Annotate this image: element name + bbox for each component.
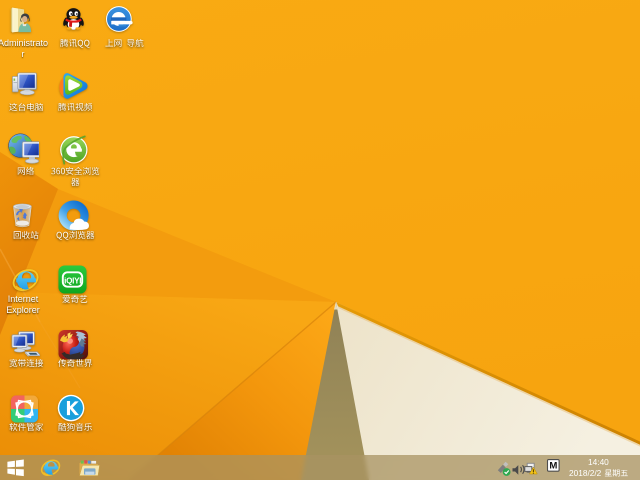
svg-text:14:40: 14:40 xyxy=(588,457,609,467)
svg-text:2018/2/2: 2018/2/2 xyxy=(569,468,602,478)
svg-text:iQIYI: iQIYI xyxy=(64,276,81,285)
svg-text:M: M xyxy=(549,461,557,472)
